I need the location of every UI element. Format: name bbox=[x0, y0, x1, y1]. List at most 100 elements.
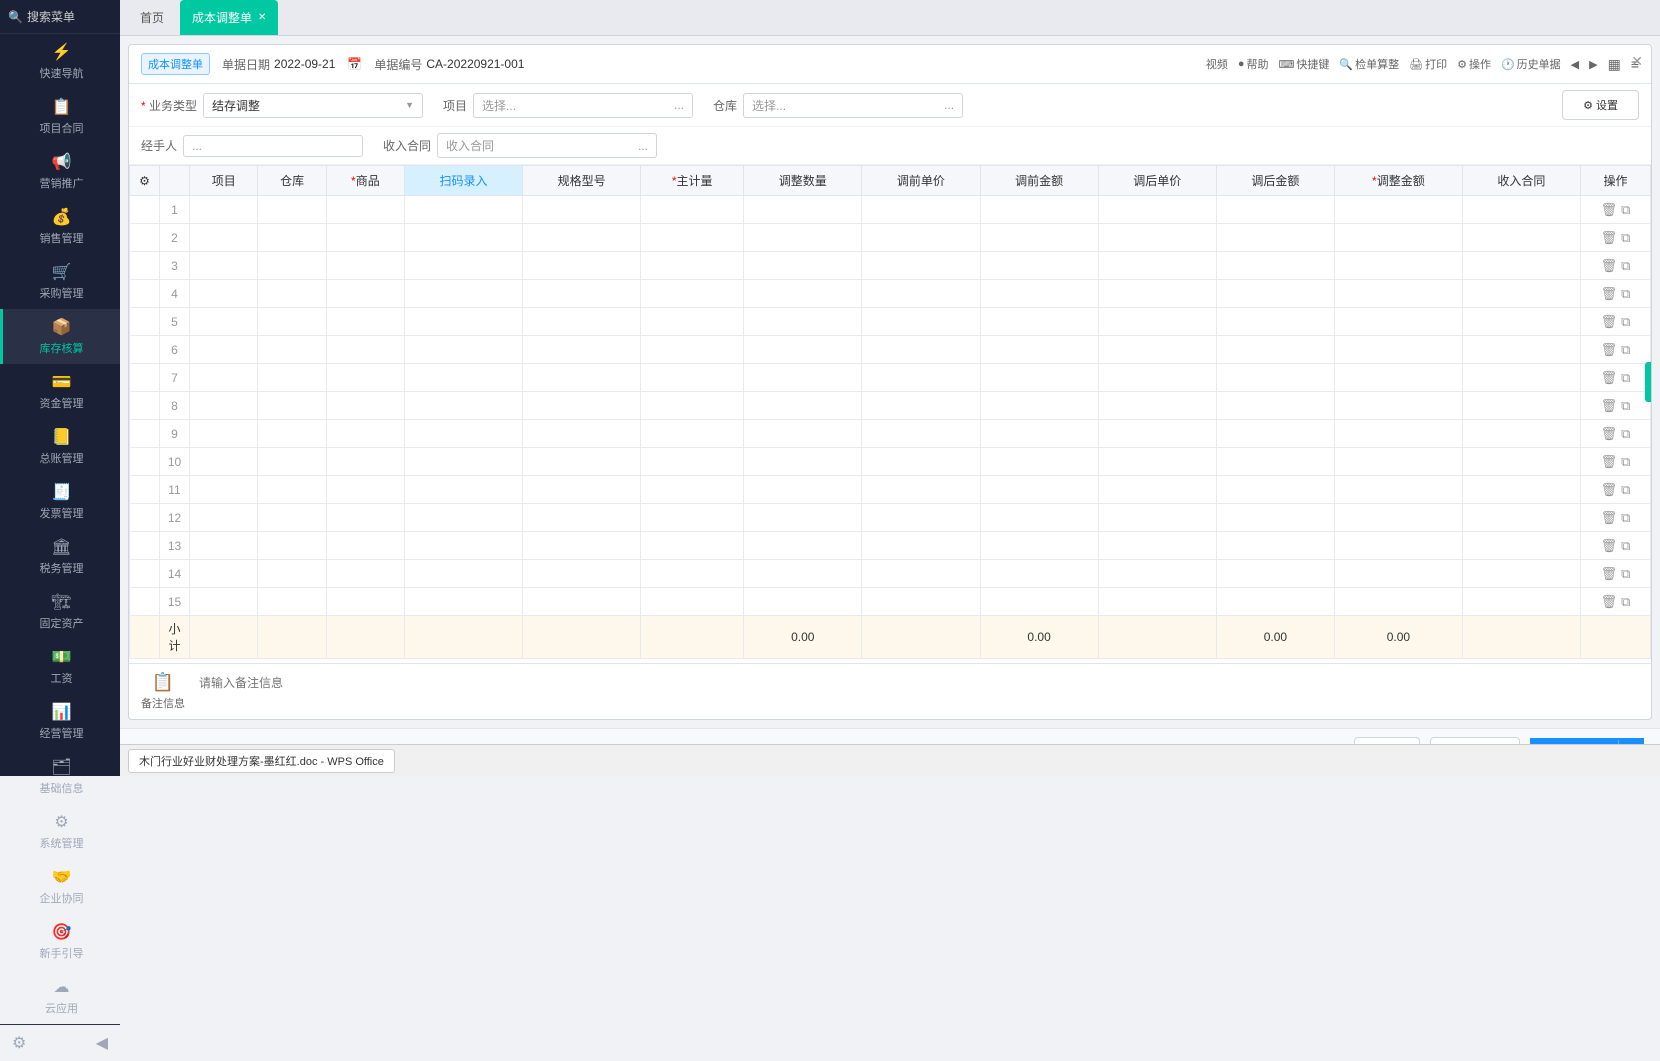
tab-cost-adjustment[interactable]: 成本调整单✕ bbox=[180, 0, 278, 35]
cell-adjust-amount-3[interactable] bbox=[1334, 252, 1462, 280]
settings-btn[interactable]: ⚙ 设置 bbox=[1562, 90, 1639, 120]
cell-after-amount-13[interactable] bbox=[1216, 532, 1334, 560]
tab-close-cost-adjustment[interactable]: ✕ bbox=[258, 12, 266, 23]
sidebar-item-operations-management[interactable]: 📊经营管理 bbox=[0, 694, 120, 749]
copy-icon-13[interactable]: ⧉ bbox=[1621, 538, 1630, 554]
cell-income-contract-13[interactable] bbox=[1462, 532, 1580, 560]
cell-spec-type-9[interactable] bbox=[523, 420, 641, 448]
cell-before-amount-15[interactable] bbox=[980, 588, 1098, 616]
delete-icon-13[interactable]: 🗑 bbox=[1601, 538, 1618, 554]
cell-warehouse-4[interactable] bbox=[258, 280, 326, 308]
delete-icon-9[interactable]: 🗑 bbox=[1601, 426, 1618, 442]
cell-after-amount-10[interactable] bbox=[1216, 448, 1334, 476]
cell-scan-input-10[interactable] bbox=[404, 448, 522, 476]
right-edge-indicator[interactable] bbox=[1645, 362, 1651, 402]
cell-adjust-amount-2[interactable] bbox=[1334, 224, 1462, 252]
copy-icon-5[interactable]: ⧉ bbox=[1621, 314, 1630, 330]
view-btn[interactable]: 视频 bbox=[1206, 56, 1228, 72]
cell-scan-input-14[interactable] bbox=[404, 560, 522, 588]
cell-unit-2[interactable] bbox=[641, 224, 744, 252]
cell-before-unit-price-9[interactable] bbox=[862, 420, 980, 448]
sidebar-item-purchase-management[interactable]: 🛒采购管理 bbox=[0, 254, 120, 309]
cell-adjust-amount-9[interactable] bbox=[1334, 420, 1462, 448]
cell-adjust-amount-11[interactable] bbox=[1334, 476, 1462, 504]
cell-after-amount-1[interactable] bbox=[1216, 196, 1334, 224]
cell-warehouse-15[interactable] bbox=[258, 588, 326, 616]
cell-before-unit-price-2[interactable] bbox=[862, 224, 980, 252]
cell-adjust-amount-4[interactable] bbox=[1334, 280, 1462, 308]
cell-spec-type-10[interactable] bbox=[523, 448, 641, 476]
cell-before-amount-6[interactable] bbox=[980, 336, 1098, 364]
cell-unit-11[interactable] bbox=[641, 476, 744, 504]
cell-spec-type-12[interactable] bbox=[523, 504, 641, 532]
cell-project-9[interactable] bbox=[190, 420, 258, 448]
cell-after-unit-price-10[interactable] bbox=[1098, 448, 1216, 476]
cell-scan-input-7[interactable] bbox=[404, 364, 522, 392]
sidebar-item-sales-management[interactable]: 💰销售管理 bbox=[0, 199, 120, 254]
cell-before-unit-price-13[interactable] bbox=[862, 532, 980, 560]
delete-icon-8[interactable]: 🗑 bbox=[1601, 398, 1618, 414]
cell-after-amount-11[interactable] bbox=[1216, 476, 1334, 504]
copy-icon-4[interactable]: ⧉ bbox=[1621, 286, 1630, 302]
cell-after-unit-price-8[interactable] bbox=[1098, 392, 1216, 420]
cell-adjust-qty-1[interactable] bbox=[744, 196, 862, 224]
cell-scan-input-1[interactable] bbox=[404, 196, 522, 224]
cell-after-unit-price-11[interactable] bbox=[1098, 476, 1216, 504]
cell-spec-type-11[interactable] bbox=[523, 476, 641, 504]
cell-income-contract-11[interactable] bbox=[1462, 476, 1580, 504]
cell-after-unit-price-14[interactable] bbox=[1098, 560, 1216, 588]
cell-goods-1[interactable] bbox=[326, 196, 404, 224]
cell-before-amount-11[interactable] bbox=[980, 476, 1098, 504]
cell-goods-4[interactable] bbox=[326, 280, 404, 308]
cell-after-unit-price-13[interactable] bbox=[1098, 532, 1216, 560]
help-btn[interactable]: ● 帮助 bbox=[1238, 56, 1269, 72]
business-type-select[interactable]: 结存调整 ▼ bbox=[203, 93, 423, 118]
delete-icon-15[interactable]: 🗑 bbox=[1601, 594, 1618, 610]
cell-before-unit-price-1[interactable] bbox=[862, 196, 980, 224]
cell-unit-10[interactable] bbox=[641, 448, 744, 476]
cell-adjust-amount-13[interactable] bbox=[1334, 532, 1462, 560]
warehouse-select[interactable]: 选择... ... bbox=[743, 93, 963, 118]
cell-before-unit-price-3[interactable] bbox=[862, 252, 980, 280]
cell-goods-11[interactable] bbox=[326, 476, 404, 504]
cell-income-contract-1[interactable] bbox=[1462, 196, 1580, 224]
sidebar-item-payroll[interactable]: 💵工资 bbox=[0, 639, 120, 694]
cell-project-15[interactable] bbox=[190, 588, 258, 616]
delete-icon-5[interactable]: 🗑 bbox=[1601, 314, 1618, 330]
cell-adjust-qty-13[interactable] bbox=[744, 532, 862, 560]
cell-adjust-qty-6[interactable] bbox=[744, 336, 862, 364]
cell-after-amount-2[interactable] bbox=[1216, 224, 1334, 252]
cell-project-13[interactable] bbox=[190, 532, 258, 560]
cell-goods-7[interactable] bbox=[326, 364, 404, 392]
cell-scan-input-8[interactable] bbox=[404, 392, 522, 420]
cell-project-12[interactable] bbox=[190, 504, 258, 532]
cell-scan-input-15[interactable] bbox=[404, 588, 522, 616]
cell-unit-3[interactable] bbox=[641, 252, 744, 280]
check-btn[interactable]: 🔍 检单算整 bbox=[1339, 56, 1399, 72]
cell-unit-9[interactable] bbox=[641, 420, 744, 448]
cell-before-amount-10[interactable] bbox=[980, 448, 1098, 476]
cell-after-unit-price-15[interactable] bbox=[1098, 588, 1216, 616]
cell-before-unit-price-6[interactable] bbox=[862, 336, 980, 364]
cell-scan-input-4[interactable] bbox=[404, 280, 522, 308]
cell-after-unit-price-6[interactable] bbox=[1098, 336, 1216, 364]
cell-income-contract-9[interactable] bbox=[1462, 420, 1580, 448]
delete-icon-10[interactable]: 🗑 bbox=[1601, 454, 1618, 470]
copy-icon-2[interactable]: ⧉ bbox=[1621, 230, 1630, 246]
close-button[interactable]: ✕ bbox=[1631, 53, 1643, 70]
sidebar-item-project-contract[interactable]: 📋项目合同 bbox=[0, 89, 120, 144]
delete-icon-7[interactable]: 🗑 bbox=[1601, 370, 1618, 386]
cell-scan-input-2[interactable] bbox=[404, 224, 522, 252]
shortcut-btn[interactable]: ⌨ 快捷键 bbox=[1279, 56, 1330, 72]
collapse-icon[interactable]: ◀ bbox=[96, 1033, 108, 1053]
cell-adjust-qty-2[interactable] bbox=[744, 224, 862, 252]
cell-adjust-qty-15[interactable] bbox=[744, 588, 862, 616]
cell-adjust-amount-14[interactable] bbox=[1334, 560, 1462, 588]
copy-icon-9[interactable]: ⧉ bbox=[1621, 426, 1630, 442]
cell-adjust-amount-7[interactable] bbox=[1334, 364, 1462, 392]
cell-spec-type-2[interactable] bbox=[523, 224, 641, 252]
cell-goods-14[interactable] bbox=[326, 560, 404, 588]
cell-before-unit-price-5[interactable] bbox=[862, 308, 980, 336]
cell-spec-type-4[interactable] bbox=[523, 280, 641, 308]
cell-adjust-qty-8[interactable] bbox=[744, 392, 862, 420]
